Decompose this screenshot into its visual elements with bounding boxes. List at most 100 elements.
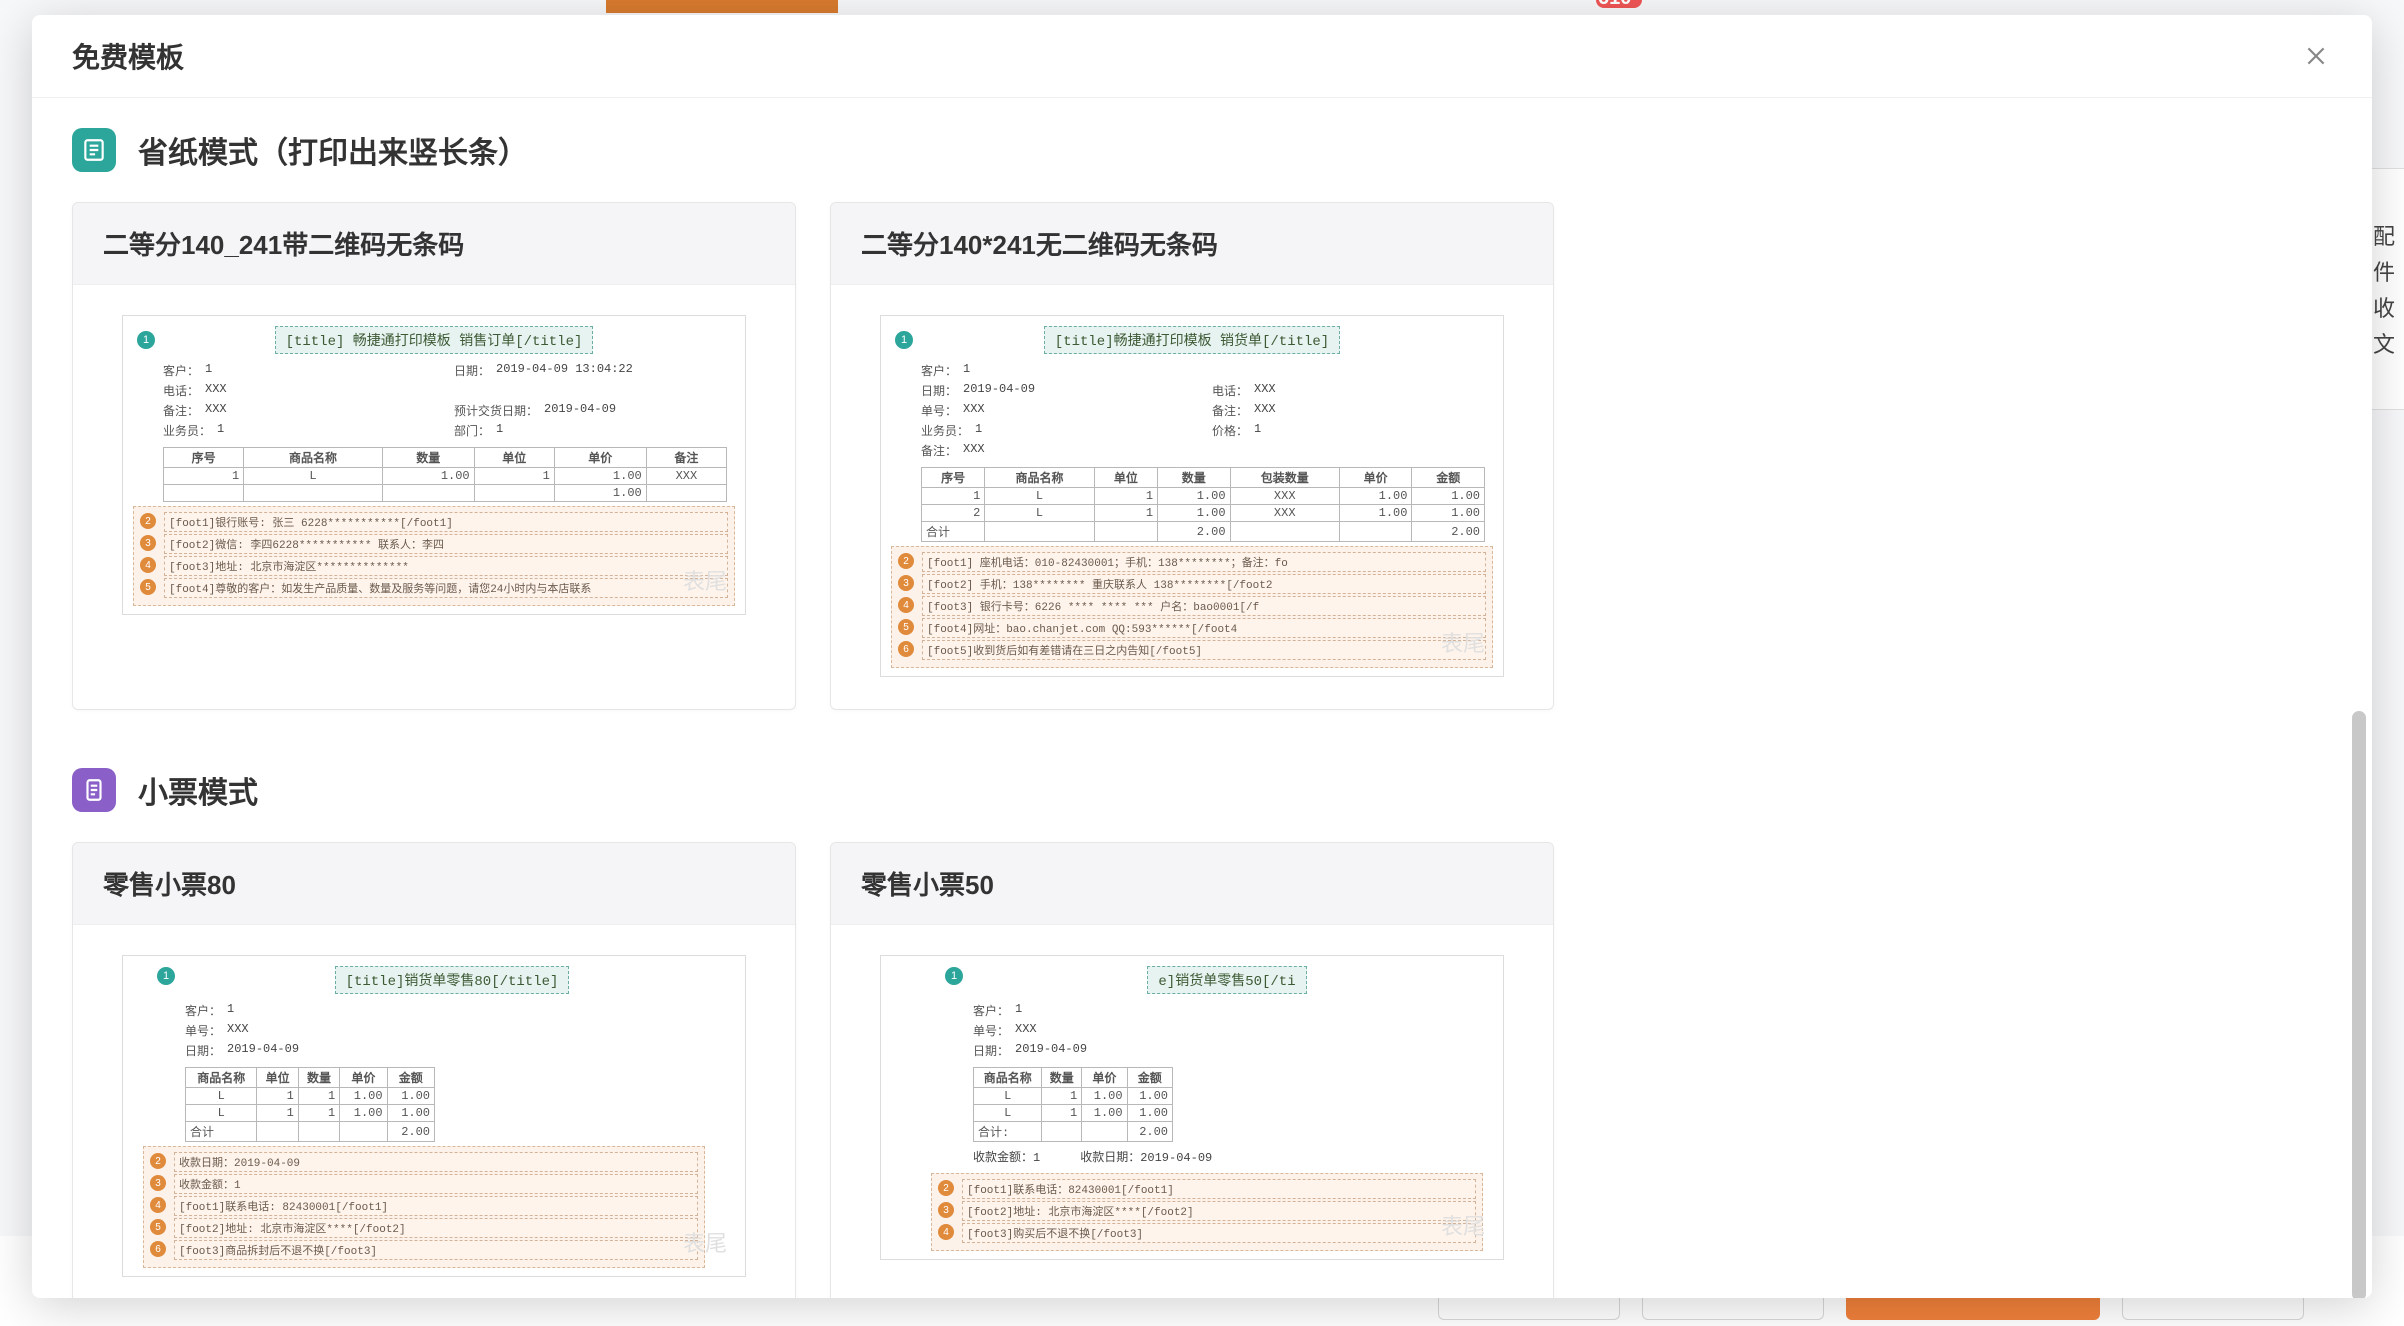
foot-line: 2[foot1] 座机电话：010-82430001；手机：138*******…	[896, 551, 1488, 573]
foot-line: 5[foot4]网址：bao.chanjet.com QQ:593******[…	[896, 617, 1488, 639]
foot-line: 4[foot1]联系电话: 82430001[/foot1]	[148, 1195, 700, 1217]
table-header: 金额	[1412, 468, 1485, 488]
meta-pair: 单号：XXX	[185, 1022, 727, 1039]
free-template-modal: 免费模板 省纸模式（打印出来竖长条） 二等分140_241带二维码无条码 1 […	[32, 15, 2372, 1298]
meta-pair	[1212, 362, 1485, 379]
preview-title-b: [title]畅捷通打印模板 销货单[/title]	[1044, 326, 1340, 354]
meta-pair: 价格：1	[1212, 422, 1485, 439]
table-header: 商品名称	[974, 1068, 1042, 1088]
close-button[interactable]	[2294, 34, 2338, 78]
template-preview-a: 1 [title] 畅捷通打印模板 销售订单[/title] 客户：1 日期：20…	[122, 315, 746, 615]
foot-line: 6[foot3]商品拆封后不退不换[/foot3]	[148, 1239, 700, 1261]
meta-pair: 日期：2019-04-09	[973, 1042, 1485, 1059]
meta-pair: 日期：2019-04-09 13:04:22	[454, 362, 727, 379]
receipt-card-row: 零售小票80 1 [title]销货单零售80[/title] 客户：1 单号：X…	[72, 842, 2332, 1298]
table-row: 合计2.002.00	[922, 522, 1485, 542]
template-card-b[interactable]: 二等分140*241无二维码无条码 1 [title]畅捷通打印模板 销货单[/…	[830, 202, 1554, 710]
meta-pair: 客户：1	[163, 362, 436, 379]
table-row: L11.001.00	[974, 1105, 1173, 1122]
preview-title-a: [title] 畅捷通打印模板 销售订单[/title]	[275, 326, 594, 354]
table-row: L111.001.00	[186, 1105, 435, 1122]
table-header: 单价	[1339, 468, 1412, 488]
template-card-a-title: 二等分140_241带二维码无条码	[73, 203, 795, 285]
table-header: 商品名称	[186, 1068, 257, 1088]
section-paper-save-header: 省纸模式（打印出来竖长条）	[72, 128, 2332, 172]
table-row: L111.001.00	[186, 1088, 435, 1105]
foot-line: 2收款日期：2019-04-09	[148, 1151, 700, 1173]
meta-pair: 业务员：1	[163, 422, 436, 439]
foot-line: 5[foot4]尊敬的客户：如发生产品质量、数量及服务等问题，请您24小时内与本…	[138, 577, 730, 599]
scrollbar-thumb[interactable]	[2352, 711, 2366, 1298]
foot-line: 3[foot2]微信: 李四6228*********** 联系人：李四	[138, 533, 730, 555]
table-row: 合计:2.00	[974, 1122, 1173, 1142]
section-receipt-header: 小票模式	[72, 768, 2332, 812]
table-row: L11.001.00	[974, 1088, 1173, 1105]
meta-pair: 预计交货日期：2019-04-09	[454, 402, 727, 419]
table-header: 商品名称	[985, 468, 1094, 488]
meta-pair: 日期：2019-04-09	[185, 1042, 727, 1059]
table-row: 1.00	[164, 485, 727, 502]
meta-pair: 备注：XXX	[921, 442, 1194, 459]
table-row: 2L11.00XXX1.001.00	[922, 505, 1485, 522]
table-header: 单位	[1094, 468, 1157, 488]
preview-bullet-1: 1	[157, 967, 175, 985]
foot-line: 6[foot5]收到货后如有差错请在三日之内告知[/foot5]	[896, 639, 1488, 661]
close-icon	[2303, 43, 2329, 69]
meta-pair: 电话：XXX	[163, 382, 436, 399]
meta-pair: 业务员：1	[921, 422, 1194, 439]
paper-save-card-row: 二等分140_241带二维码无条码 1 [title] 畅捷通打印模板 销售订单…	[72, 202, 2332, 710]
meta-pair: 部门：1	[454, 422, 727, 439]
foot-line: 3[foot2] 手机：138******** 重庆联系人 138*******…	[896, 573, 1488, 595]
notification-badge-count: 610	[1598, 0, 1631, 10]
table-header: 商品名称	[244, 448, 383, 468]
preview-bullet-1: 1	[137, 331, 155, 349]
meta-pair: 备注： XXX	[163, 402, 436, 419]
under-right: 收款日期：2019-04-09	[1080, 1148, 1212, 1165]
template-card-b-title: 二等分140*241无二维码无条码	[831, 203, 1553, 285]
meta-pair: 单号：XXX	[973, 1022, 1485, 1039]
table-header: 序号	[922, 468, 985, 488]
table-header: 数量	[1158, 468, 1231, 488]
preview-title-c: [title]销货单零售80[/title]	[335, 966, 570, 994]
template-card-d-title: 零售小票50	[831, 843, 1553, 925]
table-header: 备注	[646, 448, 726, 468]
template-card-c-title: 零售小票80	[73, 843, 795, 925]
notification-badge	[1596, 0, 1642, 8]
table-row: 合计2.00	[186, 1122, 435, 1142]
foot-line: 5[foot2]地址: 北京市海淀区****[/foot2]	[148, 1217, 700, 1239]
section-receipt-title: 小票模式	[138, 768, 258, 812]
preview-bullet-1: 1	[945, 967, 963, 985]
receipt-icon	[72, 768, 116, 812]
modal-title: 免费模板	[72, 36, 184, 76]
table-header: 数量	[382, 448, 474, 468]
background-toolbar-fragment	[606, 0, 838, 13]
template-card-d[interactable]: 零售小票50 1 e]销货单零售50[/ti 客户：1单号：XXX日期：2019…	[830, 842, 1554, 1298]
foot-line: 4[foot3] 银行卡号：6226 **** **** *** 户名：bao0…	[896, 595, 1488, 617]
table-header: 包装数量	[1230, 468, 1339, 488]
template-card-c[interactable]: 零售小票80 1 [title]销货单零售80[/title] 客户：1单号：X…	[72, 842, 796, 1298]
preview-bullet-1: 1	[895, 331, 913, 349]
table-header: 单价	[340, 1068, 387, 1088]
meta-pair: 日期：2019-04-09	[921, 382, 1194, 399]
table-header: 单位	[474, 448, 554, 468]
meta-pair: 客户：1	[921, 362, 1194, 379]
meta-pair: 电话：XXX	[1212, 382, 1485, 399]
table-header: 单价	[554, 448, 646, 468]
modal-header: 免费模板	[32, 15, 2372, 98]
foot-line: 4[foot3]地址: 北京市海淀区**************	[138, 555, 730, 577]
table-header: 数量	[1042, 1068, 1082, 1088]
table-header: 单位	[257, 1068, 298, 1088]
table-row: 1L1.0011.00XXX	[164, 468, 727, 485]
template-preview-b: 1 [title]畅捷通打印模板 销货单[/title] 客户：1 日期：2019…	[880, 315, 1504, 677]
table-header: 数量	[298, 1068, 339, 1088]
table-header: 金额	[387, 1068, 434, 1088]
template-card-a[interactable]: 二等分140_241带二维码无条码 1 [title] 畅捷通打印模板 销售订单…	[72, 202, 796, 710]
table-header: 单价	[1082, 1068, 1127, 1088]
meta-pair: 单号：XXX	[921, 402, 1194, 419]
template-preview-d: 1 e]销货单零售50[/ti 客户：1单号：XXX日期：2019-04-09 …	[880, 955, 1504, 1260]
modal-body: 省纸模式（打印出来竖长条） 二等分140_241带二维码无条码 1 [title…	[32, 98, 2372, 1298]
foot-line: 3[foot2]地址: 北京市海淀区****[/foot2]	[936, 1200, 1478, 1222]
meta-pair: 备注：XXX	[1212, 402, 1485, 419]
foot-line: 3收款金额：1	[148, 1173, 700, 1195]
meta-pair: 客户：1	[973, 1002, 1485, 1019]
